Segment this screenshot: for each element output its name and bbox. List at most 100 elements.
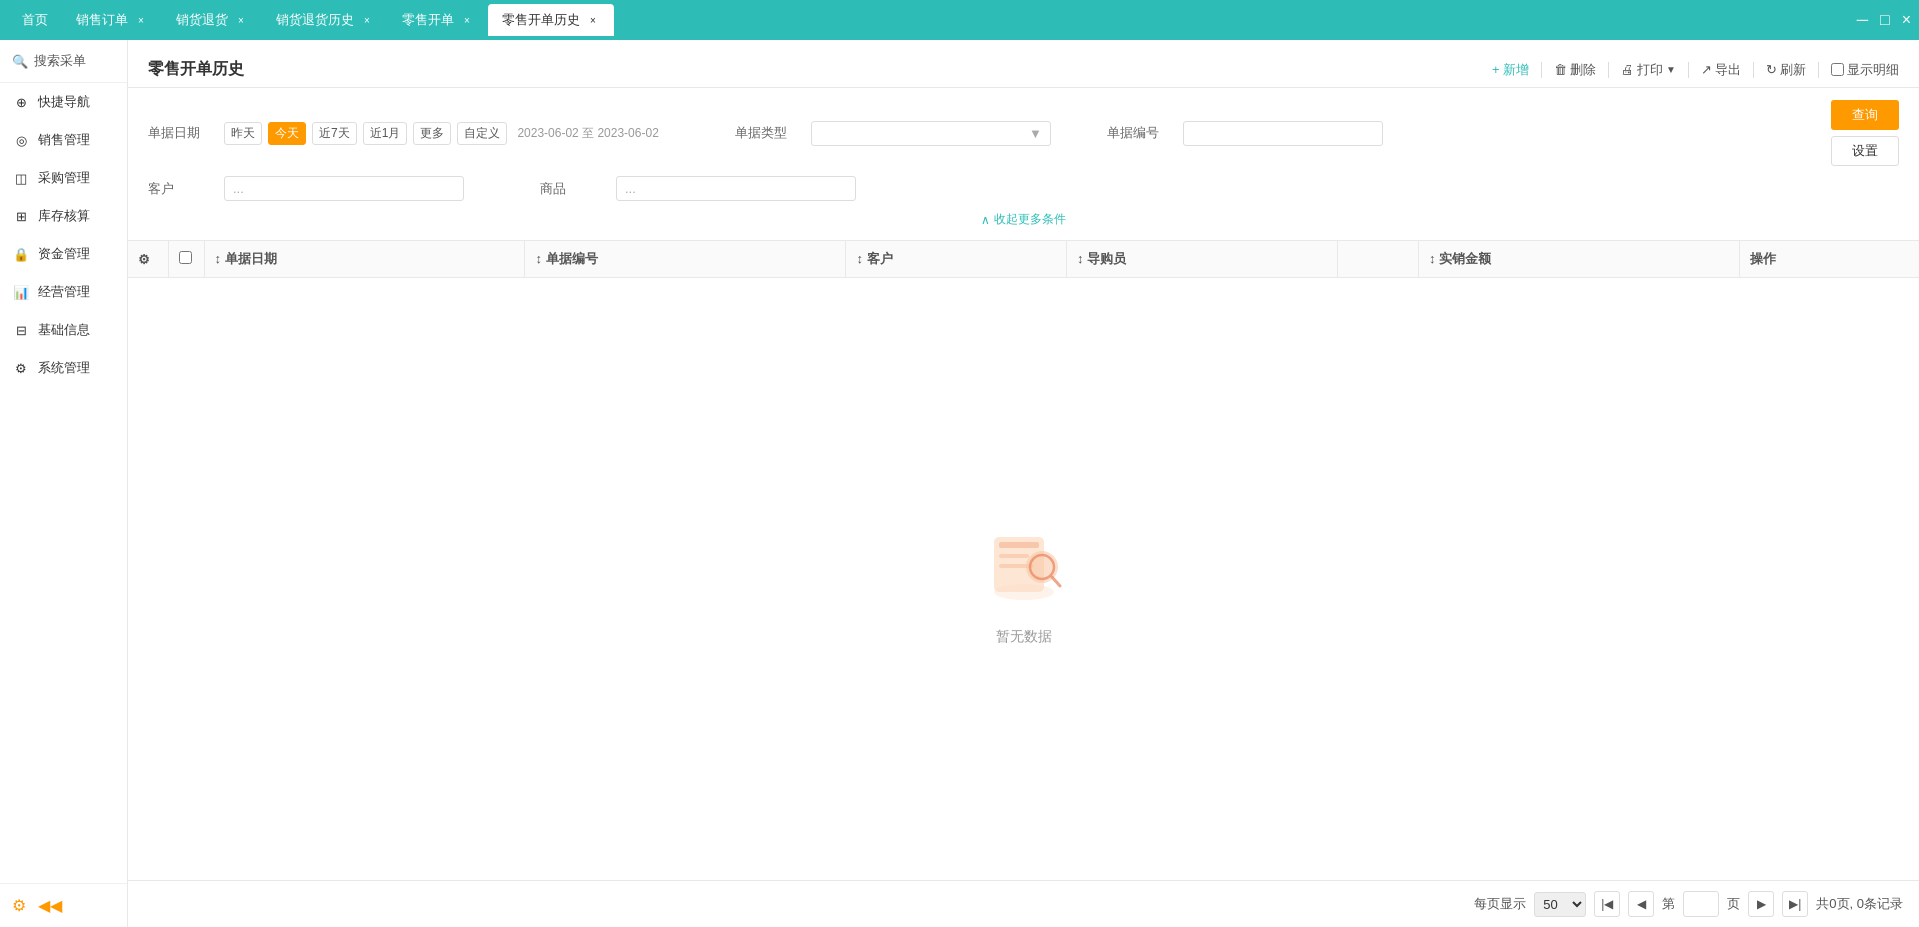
sidebar-item-operations[interactable]: 📊 经营管理 — [0, 273, 127, 311]
th-guide[interactable]: ↕ 导购员 — [1067, 241, 1338, 278]
sidebar-item-sales-mgmt[interactable]: ◎ 销售管理 — [0, 121, 127, 159]
tab-retail-open-close[interactable]: × — [460, 13, 474, 27]
sidebar-item-finance-label: 资金管理 — [38, 245, 90, 263]
delete-button[interactable]: 🗑 删除 — [1554, 61, 1596, 79]
th-number[interactable]: ↕ 单据编号 — [525, 241, 846, 278]
th-checkbox[interactable] — [168, 241, 204, 278]
goods-filter-label: 商品 — [540, 180, 600, 198]
first-page-btn[interactable]: |◀ — [1594, 891, 1620, 917]
sidebar-item-inventory[interactable]: ⊞ 库存核算 — [0, 197, 127, 235]
toolbar-divider-2 — [1608, 62, 1609, 78]
goods-input[interactable]: ... — [616, 176, 856, 201]
export-button[interactable]: ↗ 导出 — [1701, 61, 1741, 79]
empty-state: 暂无数据 — [128, 278, 1919, 880]
action-buttons: 查询 设置 — [1831, 100, 1899, 166]
add-button[interactable]: + 新增 — [1492, 61, 1529, 79]
refresh-button[interactable]: ↻ 刷新 — [1766, 61, 1806, 79]
current-page-input[interactable]: 1 — [1683, 891, 1719, 917]
toolbar: + 新增 🗑 删除 🖨 打印 ▼ ↗ 导出 — [1492, 61, 1899, 79]
svg-rect-3 — [999, 554, 1029, 558]
th-customer[interactable]: ↕ 客户 — [846, 241, 1067, 278]
prev-page-btn[interactable]: ◀ — [1628, 891, 1654, 917]
th-date[interactable]: ↕ 单据日期 — [204, 241, 525, 278]
sidebar-item-system[interactable]: ⚙ 系统管理 — [0, 349, 127, 387]
tab-sales-return-close[interactable]: × — [234, 13, 248, 27]
chevron-up-icon: ∧ — [981, 213, 990, 227]
tab-sales-return-history[interactable]: 销货退货历史 × — [262, 4, 388, 36]
data-table: ⚙ ↕ 单据日期 ↕ 单据编号 — [128, 241, 1919, 278]
page-label: 第 — [1662, 895, 1675, 913]
tab-retail-history-close[interactable]: × — [586, 13, 600, 27]
grid-icon: ⊟ — [12, 321, 30, 339]
tab-retail-history[interactable]: 零售开单历史 × — [488, 4, 614, 36]
collapse-label: 收起更多条件 — [994, 211, 1066, 228]
sidebar-item-finance[interactable]: 🔒 资金管理 — [0, 235, 127, 273]
date-btn-more[interactable]: 更多 — [413, 122, 451, 145]
th-settings[interactable]: ⚙ — [128, 241, 168, 278]
window-controls: ─ □ × — [1857, 11, 1911, 29]
doc-type-select[interactable]: ▼ — [811, 121, 1051, 146]
sidebar-search[interactable]: 🔍 搜索采单 — [0, 40, 127, 83]
th-date-label: ↕ 单据日期 — [215, 251, 277, 266]
tab-bar: 首页 销售订单 × 销货退货 × 销货退货历史 × 零售开单 × 零售开单历史 … — [0, 0, 1919, 40]
close-window-icon[interactable]: × — [1902, 11, 1911, 29]
show-detail-checkbox[interactable] — [1831, 63, 1844, 76]
date-btn-last1month[interactable]: 近1月 — [363, 122, 408, 145]
date-btn-today[interactable]: 今天 — [268, 122, 306, 145]
th-customer-label: ↕ 客户 — [856, 251, 892, 266]
table-settings-icon[interactable]: ⚙ — [138, 252, 150, 267]
th-amount[interactable]: ↕ 实销金额 — [1418, 241, 1739, 278]
pin-icon[interactable]: ◀◀ — [38, 896, 62, 915]
tab-sales-order-close[interactable]: × — [134, 13, 148, 27]
date-btn-custom[interactable]: 自定义 — [457, 122, 507, 145]
last-page-btn[interactable]: ▶| — [1782, 891, 1808, 917]
print-button[interactable]: 🖨 打印 ▼ — [1621, 61, 1676, 79]
settings-button[interactable]: 设置 — [1831, 136, 1899, 166]
show-detail-button[interactable]: 显示明细 — [1831, 61, 1899, 79]
sidebar-item-purchase-mgmt[interactable]: ◫ 采购管理 — [0, 159, 127, 197]
doc-number-input[interactable] — [1183, 121, 1383, 146]
sidebar-item-base-info[interactable]: ⊟ 基础信息 — [0, 311, 127, 349]
chevron-down-icon: ▼ — [1029, 126, 1042, 141]
tab-sales-return-history-close[interactable]: × — [360, 13, 374, 27]
tab-sales-order-label: 销售订单 — [76, 11, 128, 29]
filter-row-1: 单据日期 昨天 今天 近7天 近1月 更多 自定义 2023-06-02 至 2… — [148, 100, 1899, 166]
next-page-btn[interactable]: ▶ — [1748, 891, 1774, 917]
doc-number-label: 单据编号 — [1107, 124, 1167, 142]
sidebar-item-quick-nav-label: 快捷导航 — [38, 93, 90, 111]
chart-icon: 📊 — [12, 283, 30, 301]
sidebar: 🔍 搜索采单 ⊕ 快捷导航 ◎ 销售管理 ◫ 采购管理 ⊞ 库存核算 🔒 资金管… — [0, 40, 128, 927]
svg-rect-2 — [999, 542, 1039, 548]
tab-home[interactable]: 首页 — [8, 4, 62, 36]
select-all-checkbox[interactable] — [179, 251, 192, 264]
show-detail-label: 显示明细 — [1847, 61, 1899, 79]
query-button[interactable]: 查询 — [1831, 100, 1899, 130]
sidebar-item-purchase-mgmt-label: 采购管理 — [38, 169, 90, 187]
box-icon: ◫ — [12, 169, 30, 187]
date-btn-yesterday[interactable]: 昨天 — [224, 122, 262, 145]
customer-input[interactable]: ... — [224, 176, 464, 201]
th-action-label: 操作 — [1750, 251, 1776, 266]
tab-retail-history-label: 零售开单历史 — [502, 11, 580, 29]
customer-ellipsis: ... — [233, 181, 244, 196]
tab-sales-order[interactable]: 销售订单 × — [62, 4, 162, 36]
gear-bottom-icon[interactable]: ⚙ — [12, 896, 26, 915]
tab-retail-open[interactable]: 零售开单 × — [388, 4, 488, 36]
lock-icon: 🔒 — [12, 245, 30, 263]
minimize-icon[interactable]: ─ — [1857, 11, 1868, 29]
tab-retail-open-label: 零售开单 — [402, 11, 454, 29]
date-range-display: 2023-06-02 至 2023-06-02 — [517, 125, 658, 142]
toolbar-divider-5 — [1818, 62, 1819, 78]
print-icon: 🖨 — [1621, 62, 1634, 77]
sidebar-item-system-label: 系统管理 — [38, 359, 90, 377]
tab-sales-return[interactable]: 销货退货 × — [162, 4, 262, 36]
home-icon: ⊕ — [12, 93, 30, 111]
doc-type-label: 单据类型 — [735, 124, 795, 142]
sidebar-item-quick-nav[interactable]: ⊕ 快捷导航 — [0, 83, 127, 121]
page-size-select[interactable]: 50 10 20 100 — [1534, 892, 1586, 917]
collapse-more-btn[interactable]: ∧ 收起更多条件 — [148, 211, 1899, 228]
empty-text: 暂无数据 — [996, 628, 1052, 646]
tab-sales-return-label: 销货退货 — [176, 11, 228, 29]
maximize-icon[interactable]: □ — [1880, 11, 1890, 29]
date-btn-last7[interactable]: 近7天 — [312, 122, 357, 145]
